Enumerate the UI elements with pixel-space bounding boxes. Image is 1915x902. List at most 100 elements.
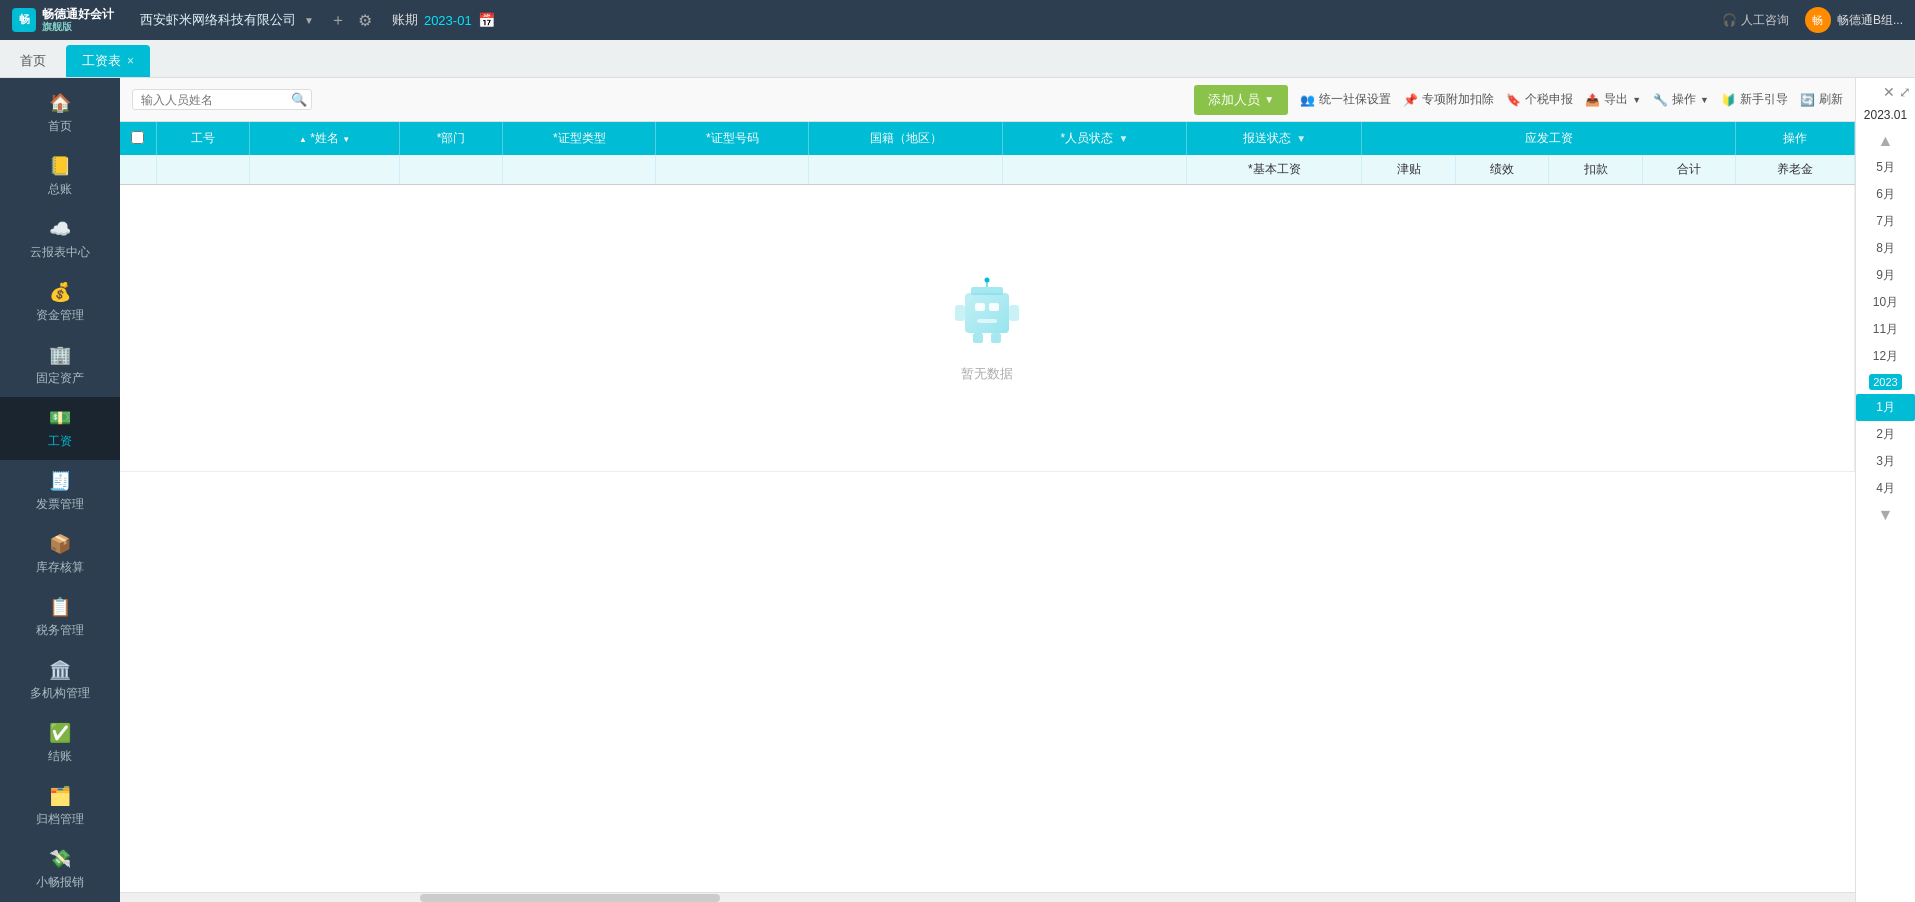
sidebar-item-settlement[interactable]: ✅ 结账: [0, 712, 120, 775]
sidebar-item-salary[interactable]: 💵 工资: [0, 397, 120, 460]
period-label: 账期: [392, 11, 418, 29]
tab-home[interactable]: 首页: [4, 45, 62, 77]
table-sub-header-row: *基本工资 津贴 绩效 扣款 合计: [120, 155, 1855, 185]
empty-cell: 暂无数据: [120, 185, 1855, 472]
support-label: 人工咨询: [1741, 12, 1789, 29]
month-item-8[interactable]: 8月: [1856, 235, 1915, 262]
add-person-label: 添加人员: [1208, 91, 1260, 109]
company-dropdown-icon[interactable]: ▼: [304, 15, 314, 26]
th-sub-allowance: 津贴: [1362, 155, 1456, 185]
empty-illustration: [947, 273, 1027, 353]
th-sub-empty3: [250, 155, 400, 185]
refresh-icon: 🔄: [1800, 93, 1815, 107]
search-input[interactable]: [141, 93, 291, 107]
sidebar-item-invoice[interactable]: 🧾 发票管理: [0, 460, 120, 523]
expense-icon: 💸: [49, 848, 71, 870]
person-status-filter-icon[interactable]: ▼: [1119, 133, 1129, 144]
sort-down-icon: ▼: [342, 135, 350, 144]
app-title: 畅德通好会计: [42, 7, 114, 21]
sidebar-item-fund[interactable]: 💰 资金管理: [0, 271, 120, 334]
tab-bar: 首页 工资表 ×: [0, 40, 1915, 78]
tab-salary[interactable]: 工资表 ×: [66, 45, 150, 77]
social-security-label: 统一社保设置: [1319, 91, 1391, 108]
cloud-icon: ☁️: [49, 218, 71, 240]
table-wrap: 工号 ▲ *姓名 ▼ *部门 *证型类型: [120, 122, 1855, 892]
panel-close-icon[interactable]: ✕: [1883, 84, 1895, 100]
invoice-icon: 🧾: [49, 470, 71, 492]
select-all-checkbox[interactable]: [131, 131, 144, 144]
tax-icon: 📋: [49, 596, 71, 618]
month-item-1[interactable]: 1月: [1856, 394, 1915, 421]
panel-prev-icon[interactable]: ▲: [1874, 128, 1898, 154]
guide-action[interactable]: 🔰 新手引导: [1721, 91, 1788, 108]
month-item-2[interactable]: 2月: [1856, 421, 1915, 448]
th-id-type: *证型类型: [503, 122, 656, 155]
report-status-filter-icon[interactable]: ▼: [1296, 133, 1306, 144]
th-person-status[interactable]: *人员状态 ▼: [1002, 122, 1187, 155]
th-operation-label: 操作: [1783, 131, 1807, 145]
refresh-action[interactable]: 🔄 刷新: [1800, 91, 1843, 108]
month-item-3[interactable]: 3月: [1856, 448, 1915, 475]
sidebar-item-cloud-report[interactable]: ☁️ 云报表中心: [0, 208, 120, 271]
sidebar-item-tax[interactable]: 📋 税务管理: [0, 586, 120, 649]
settings-icon[interactable]: ⚙: [358, 11, 372, 30]
svg-rect-10: [991, 333, 1001, 343]
export-arrow-icon: ▼: [1632, 95, 1641, 105]
month-item-5[interactable]: 5月: [1856, 154, 1915, 181]
operations-action[interactable]: 🔧 操作 ▼: [1653, 91, 1709, 108]
svg-rect-8: [1009, 305, 1019, 321]
archive-icon: 🗂️: [49, 785, 71, 807]
sidebar-item-expense[interactable]: 💸 小畅报销: [0, 838, 120, 901]
month-item-4[interactable]: 4月: [1856, 475, 1915, 502]
export-action[interactable]: 📤 导出 ▼: [1585, 91, 1641, 108]
panel-next-icon[interactable]: ▼: [1874, 502, 1898, 528]
panel-header: 2023.01: [1856, 102, 1915, 128]
sidebar-item-inventory[interactable]: 📦 库存核算: [0, 523, 120, 586]
special-deduction-action[interactable]: 📌 专项附加扣除: [1403, 91, 1494, 108]
top-header: 畅 畅德通好会计 旗舰版 西安虾米网络科技有限公司 ▼ ＋ ⚙ 账期 2023-…: [0, 0, 1915, 40]
sidebar-item-fixed-assets[interactable]: 🏢 固定资产: [0, 334, 120, 397]
month-item-9[interactable]: 9月: [1856, 262, 1915, 289]
th-payroll-label: 应发工资: [1525, 131, 1573, 145]
tab-close-icon[interactable]: ×: [127, 54, 134, 68]
company-selector[interactable]: 西安虾米网络科技有限公司 ▼: [140, 11, 314, 29]
panel-expand-icon[interactable]: ⤢: [1899, 84, 1911, 100]
tax-declare-icon: 🔖: [1506, 93, 1521, 107]
calendar-icon[interactable]: 📅: [478, 12, 495, 28]
special-deduction-icon: 📌: [1403, 93, 1418, 107]
operations-arrow-icon: ▼: [1700, 95, 1709, 105]
month-item-11[interactable]: 11月: [1856, 316, 1915, 343]
th-sub-empty8: [1002, 155, 1187, 185]
operations-label: 操作: [1672, 91, 1696, 108]
th-sub-empty4: [400, 155, 503, 185]
search-wrap: 🔍: [132, 89, 312, 110]
month-item-7[interactable]: 7月: [1856, 208, 1915, 235]
table-scrollbar[interactable]: [120, 892, 1855, 902]
header-actions: ＋ ⚙: [330, 10, 372, 31]
export-label: 导出: [1604, 91, 1628, 108]
month-item-6[interactable]: 6月: [1856, 181, 1915, 208]
month-item-12[interactable]: 12月: [1856, 343, 1915, 370]
table-header-row: 工号 ▲ *姓名 ▼ *部门 *证型类型: [120, 122, 1855, 155]
sidebar-item-archive[interactable]: 🗂️ 归档管理: [0, 775, 120, 838]
support-button[interactable]: 🎧 人工咨询: [1722, 12, 1789, 29]
sidebar-item-ledger[interactable]: 📒 总账: [0, 145, 120, 208]
th-checkbox[interactable]: [120, 122, 156, 155]
scrollbar-thumb[interactable]: [420, 894, 720, 902]
user-area: 畅 畅德通B组...: [1805, 7, 1903, 33]
social-security-action[interactable]: 👥 统一社保设置: [1300, 91, 1391, 108]
add-person-button[interactable]: 添加人员 ▼: [1194, 85, 1288, 115]
sidebar-item-home[interactable]: 🏠 首页: [0, 82, 120, 145]
sidebar: 🏠 首页 📒 总账 ☁️ 云报表中心 💰 资金管理 🏢 固定资产 💵 工资 🧾 …: [0, 78, 120, 902]
th-deduction-label: 扣款: [1584, 162, 1608, 176]
add-company-icon[interactable]: ＋: [330, 10, 346, 31]
sidebar-item-multi-org[interactable]: 🏛️ 多机构管理: [0, 649, 120, 712]
th-total-label: 合计: [1677, 162, 1701, 176]
data-table: 工号 ▲ *姓名 ▼ *部门 *证型类型: [120, 122, 1855, 472]
month-item-10[interactable]: 10月: [1856, 289, 1915, 316]
th-sub-empty7: [809, 155, 1002, 185]
panel-date: 2023.01: [1864, 108, 1907, 122]
user-name: 畅德通B组...: [1837, 12, 1903, 29]
tax-declare-action[interactable]: 🔖 个税申报: [1506, 91, 1573, 108]
th-report-status[interactable]: 报送状态 ▼: [1187, 122, 1362, 155]
